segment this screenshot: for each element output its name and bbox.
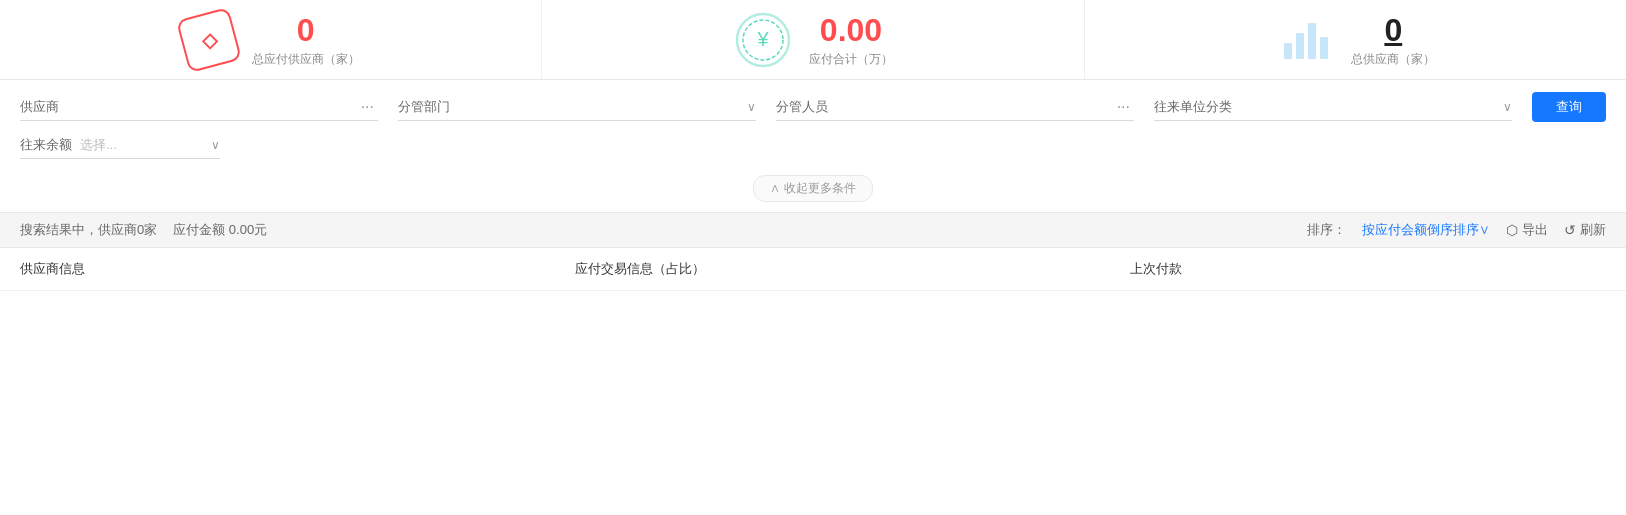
stat-payable-total: ¥ ！快速录单的快捷键说明在这里 × 0.00 应付合计（万）: [542, 0, 1084, 79]
logo-icon: ◇: [176, 6, 242, 72]
unit-category-arrow[interactable]: ∨: [1503, 100, 1512, 114]
payable-total-label: 应付合计（万）: [809, 51, 893, 68]
collapse-text: ∧ 收起更多条件: [770, 180, 855, 197]
coin-icon: ¥: [733, 10, 793, 70]
svg-rect-3: [1284, 43, 1292, 59]
total-suppliers-value: 0: [297, 11, 315, 49]
stat-total-suppliers: ◇ 0 总应付供应商（家）: [0, 0, 542, 79]
manager-filter: 分管人员 ···: [776, 94, 1134, 121]
svg-rect-4: [1296, 33, 1304, 59]
logo-diamond: ◇: [201, 28, 216, 52]
export-label: 导出: [1522, 221, 1548, 239]
unit-category-filter: 往来单位分类 ∨: [1154, 94, 1512, 121]
col-supplier-header: 供应商信息: [20, 260, 575, 278]
sort-label: 排序：: [1307, 221, 1346, 239]
manager-input[interactable]: [836, 99, 1113, 114]
balance-placeholder[interactable]: 选择...: [80, 136, 211, 154]
department-label: 分管部门: [398, 98, 450, 116]
filter-section: 供应商 ··· 分管部门 ∨ 分管人员 ··· 往来单位分类 ∨ 查询 往来余额: [0, 80, 1626, 213]
balance-filter: 往来余额 选择... ∨: [20, 132, 220, 159]
balance-label: 往来余额: [20, 136, 72, 154]
query-button[interactable]: 查询: [1532, 92, 1606, 122]
svg-rect-6: [1320, 37, 1328, 59]
total-suppliers-label: 总应付供应商（家）: [252, 51, 360, 68]
payable-total-value: 0.00: [820, 11, 882, 49]
col-transaction-header: 应付交易信息（占比）: [575, 260, 1130, 278]
supplier-filter: 供应商 ···: [20, 94, 378, 121]
table-content: [0, 291, 1626, 515]
supplier-dots[interactable]: ···: [357, 98, 378, 116]
unit-category-label: 往来单位分类: [1154, 98, 1232, 116]
unit-category-input[interactable]: [1240, 99, 1503, 114]
table-header: 供应商信息 应付交易信息（占比） 上次付款: [0, 248, 1626, 291]
sort-value[interactable]: 按应付会额倒序排序∨: [1362, 221, 1490, 239]
result-summary: 搜索结果中，供应商0家: [20, 221, 157, 239]
supplier-input[interactable]: [78, 99, 357, 114]
result-bar-right: 排序： 按应付会额倒序排序∨ ⬡ 导出 ↺ 刷新: [1307, 221, 1606, 239]
total-suppliers-right-label: 总供应商（家）: [1351, 51, 1435, 68]
filter-row-2: 往来余额 选择... ∨: [20, 132, 1606, 159]
col-payment-header: 上次付款: [1130, 260, 1606, 278]
manager-dots[interactable]: ···: [1113, 98, 1134, 116]
refresh-label: 刷新: [1580, 221, 1606, 239]
collapse-bar: ∧ 收起更多条件: [20, 169, 1606, 212]
svg-rect-5: [1308, 23, 1316, 59]
svg-text:¥: ¥: [756, 28, 769, 50]
department-arrow[interactable]: ∨: [747, 100, 756, 114]
manager-label: 分管人员: [776, 98, 828, 116]
export-button[interactable]: ⬡ 导出: [1506, 221, 1548, 239]
department-filter: 分管部门 ∨: [398, 94, 756, 121]
bar-chart-icon: [1275, 10, 1335, 70]
department-input[interactable]: [458, 99, 747, 114]
supplier-label: 供应商: [20, 98, 70, 116]
refresh-button[interactable]: ↺ 刷新: [1564, 221, 1606, 239]
refresh-icon: ↺: [1564, 222, 1576, 238]
result-amount: 应付金额 0.00元: [173, 221, 267, 239]
filter-row-1: 供应商 ··· 分管部门 ∨ 分管人员 ··· 往来单位分类 ∨ 查询: [20, 92, 1606, 122]
export-icon: ⬡: [1506, 222, 1518, 238]
stats-bar: ◇ 0 总应付供应商（家） ¥ ！快速录单的快捷键说明在这里 × 0.00 应付…: [0, 0, 1626, 80]
stat-total-suppliers-right: 0 总供应商（家）: [1085, 0, 1626, 79]
balance-arrow[interactable]: ∨: [211, 138, 220, 152]
collapse-button[interactable]: ∧ 收起更多条件: [753, 175, 872, 202]
total-suppliers-right-value: 0: [1384, 11, 1402, 49]
result-bar: 搜索结果中，供应商0家 应付金额 0.00元 排序： 按应付会额倒序排序∨ ⬡ …: [0, 213, 1626, 248]
